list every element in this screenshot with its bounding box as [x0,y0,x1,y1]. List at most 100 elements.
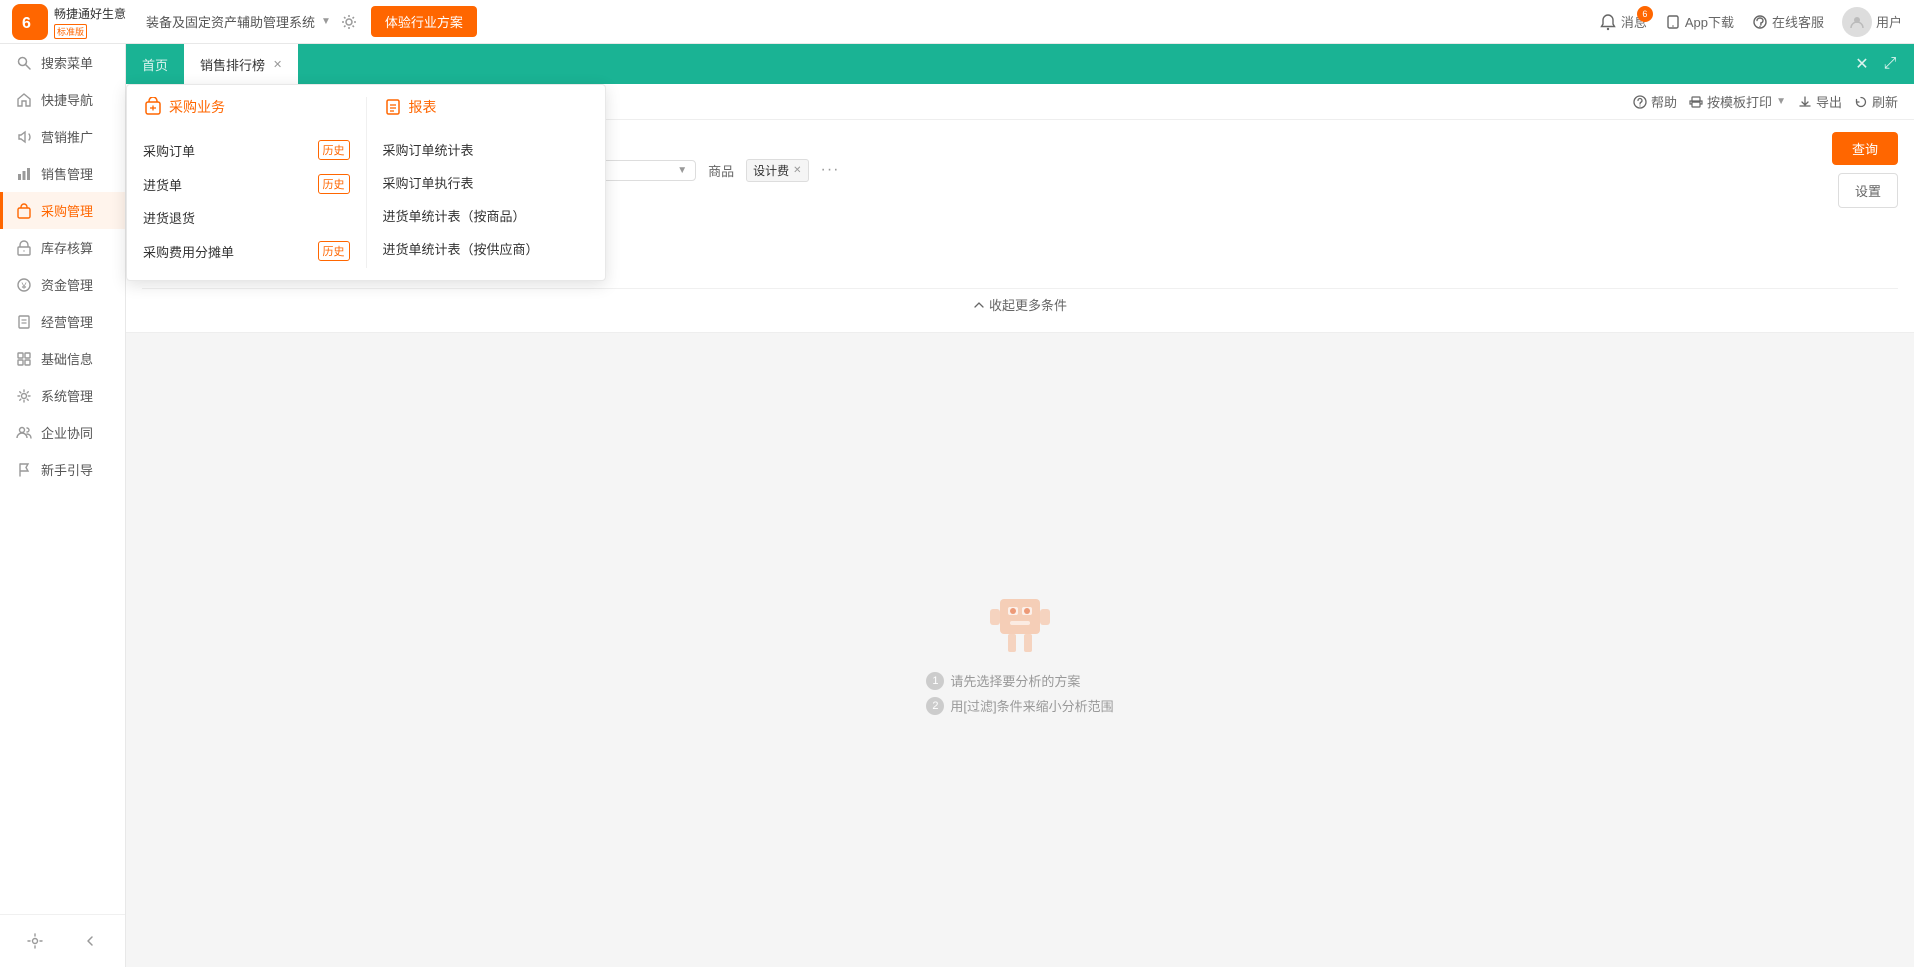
search-icon [15,54,33,72]
sidebar-item-quick-nav[interactable]: 快捷导航 [0,81,125,118]
tab-sales-rank[interactable]: 销售排行榜 ✕ [184,44,298,84]
collapse-btn[interactable]: 收起更多条件 [967,289,1073,320]
svg-text:¥: ¥ [21,281,28,291]
tip2-text: 用[过滤]条件来缩小分析范围 [950,696,1113,715]
user-menu-btn[interactable]: 用户 [1842,7,1902,37]
dropdown-purchase-title: 采购业务 [143,97,350,123]
sidebar-item-enterprise[interactable]: 企业协同 [0,414,125,451]
sidebar-item-system[interactable]: 系统管理 [0,377,125,414]
empty-state: 1 请先选择要分析的方案 2 用[过滤]条件来缩小分析范围 [126,333,1914,967]
tab-bar: 首页 销售排行榜 ✕ ✕ ⤢ [126,44,1914,84]
help-btn[interactable]: 帮助 [1633,92,1677,111]
history-badge: 历史 [318,174,350,194]
sidebar-label: 企业协同 [41,423,93,442]
doc-status-arrow-icon: ▼ [677,165,687,176]
empty-tips: 1 请先选择要分析的方案 2 用[过滤]条件来缩小分析范围 [926,671,1113,721]
sidebar-label: 快捷导航 [41,90,93,109]
logo-text: 畅捷通好生意 [54,5,126,22]
sidebar-item-sales[interactable]: 销售管理 [0,155,125,192]
tab-expand-icon[interactable]: ⤢ [1878,52,1902,76]
sidebar-label: 销售管理 [41,164,93,183]
bag-icon [15,202,33,220]
export-btn[interactable]: 导出 [1798,92,1842,111]
users-icon [15,424,33,442]
dropdown-item-po-stats[interactable]: 采购订单统计表 [383,133,590,166]
sidebar-item-finance[interactable]: ¥ 资金管理 [0,266,125,303]
dropdown-item-stock-return[interactable]: 进货退货 [143,201,350,234]
empty-icon [970,579,1070,659]
user-avatar [1842,7,1872,37]
goods-more-dots[interactable]: ··· [821,161,840,179]
sidebar-label: 系统管理 [41,386,93,405]
dropdown-purchase-col: 采购业务 采购订单 历史 进货单 历史 进货退货 采购费用分摊单 历史 [127,97,366,268]
refresh-btn[interactable]: 刷新 [1854,92,1898,111]
setting-btn[interactable]: 设置 [1838,173,1898,208]
notification-badge: 6 [1637,6,1653,22]
chart-icon [15,165,33,183]
logo-icon: 6 [12,4,48,40]
dropdown-item-purchase-cost[interactable]: 采购费用分摊单 历史 [143,234,350,268]
dropdown-report-col: 报表 采购订单统计表 采购订单执行表 进货单统计表（按商品） 进货单统计表（按供… [366,97,606,268]
sidebar-settings-btn[interactable] [19,925,51,957]
sidebar-item-guide[interactable]: 新手引导 [0,451,125,488]
sidebar: 搜索菜单 快捷导航 营销推广 销售管理 [0,44,126,967]
dropdown-item-stock-in[interactable]: 进货单 历史 [143,167,350,201]
industry-btn[interactable]: 体验行业方案 [371,6,477,37]
grid-icon [15,350,33,368]
dropdown-report-title: 报表 [383,97,590,123]
sidebar-item-basic-info[interactable]: 基础信息 [0,340,125,377]
history-badge: 历史 [318,241,350,261]
sidebar-collapse-btn[interactable] [74,925,106,957]
sidebar-label: 采购管理 [41,201,93,220]
topbar-settings-icon[interactable] [335,8,363,36]
sidebar-item-inventory[interactable]: 库存核算 [0,229,125,266]
dropdown-item-po-exec[interactable]: 采购订单执行表 [383,166,590,199]
sidebar-item-operation[interactable]: 经营管理 [0,303,125,340]
top-bar-right: 6 消息 App下载 在线客服 [1599,7,1902,37]
sidebar-label: 经营管理 [41,312,93,331]
top-bar: 6 畅捷通好生意 标准版 装备及固定资产辅助管理系统 ▼ 体验行业方案 [0,0,1914,44]
sidebar-label: 搜索菜单 [41,53,93,72]
query-btn[interactable]: 查询 [1832,132,1898,165]
tip2-num: 2 [926,697,944,715]
tip1-text: 请先选择要分析的方案 [950,671,1080,690]
sidebar-item-marketing[interactable]: 营销推广 [0,118,125,155]
sidebar-label: 资金管理 [41,275,93,294]
online-service-btn[interactable]: 在线客服 [1752,12,1824,31]
dropdown-item-stock-in-by-supplier[interactable]: 进货单统计表（按供应商） [383,232,590,265]
tab-bar-actions: ✕ ⤢ [1838,52,1914,76]
gear-icon [15,387,33,405]
report-icon [15,313,33,331]
sidebar-bottom [0,914,125,967]
logo-badge: 标准版 [54,24,87,39]
box-icon [15,239,33,257]
dropdown-arrow-icon[interactable]: ▼ [321,16,331,27]
flag-icon [15,461,33,479]
sidebar-label: 新手引导 [41,460,93,479]
goods-tag-close[interactable]: ✕ [793,165,801,176]
tab-close-all-icon[interactable]: ✕ [1850,52,1874,76]
goods-label: 商品 [708,161,734,180]
sidebar-label: 基础信息 [41,349,93,368]
dropdown-item-purchase-order[interactable]: 采购订单 历史 [143,133,350,167]
money-icon: ¥ [15,276,33,294]
dropdown-menu: 采购业务 采购订单 历史 进货单 历史 进货退货 采购费用分摊单 历史 报表 [126,84,606,281]
notification-btn[interactable]: 6 消息 [1599,12,1647,31]
tab-home[interactable]: 首页 [126,44,184,84]
tab-sales-rank-label: 销售排行榜 [200,55,265,74]
tip1-num: 1 [926,672,944,690]
sidebar-label: 营销推广 [41,127,93,146]
goods-tag: 设计费 ✕ [746,159,808,182]
print-btn[interactable]: 按模板打印 ▼ [1689,92,1786,111]
home-icon [15,91,33,109]
tab-close-icon[interactable]: ✕ [273,58,282,71]
system-title: 装备及固定资产辅助管理系统 ▼ [146,12,331,31]
app-download-btn[interactable]: App下载 [1665,12,1734,31]
sidebar-item-search[interactable]: 搜索菜单 [0,44,125,81]
logo-area: 6 畅捷通好生意 标准版 [12,4,138,40]
svg-text:6: 6 [22,15,31,32]
tab-home-label: 首页 [142,55,168,74]
dropdown-item-stock-in-by-goods[interactable]: 进货单统计表（按商品） [383,199,590,232]
megaphone-icon [15,128,33,146]
sidebar-item-purchase[interactable]: 采购管理 [0,192,125,229]
